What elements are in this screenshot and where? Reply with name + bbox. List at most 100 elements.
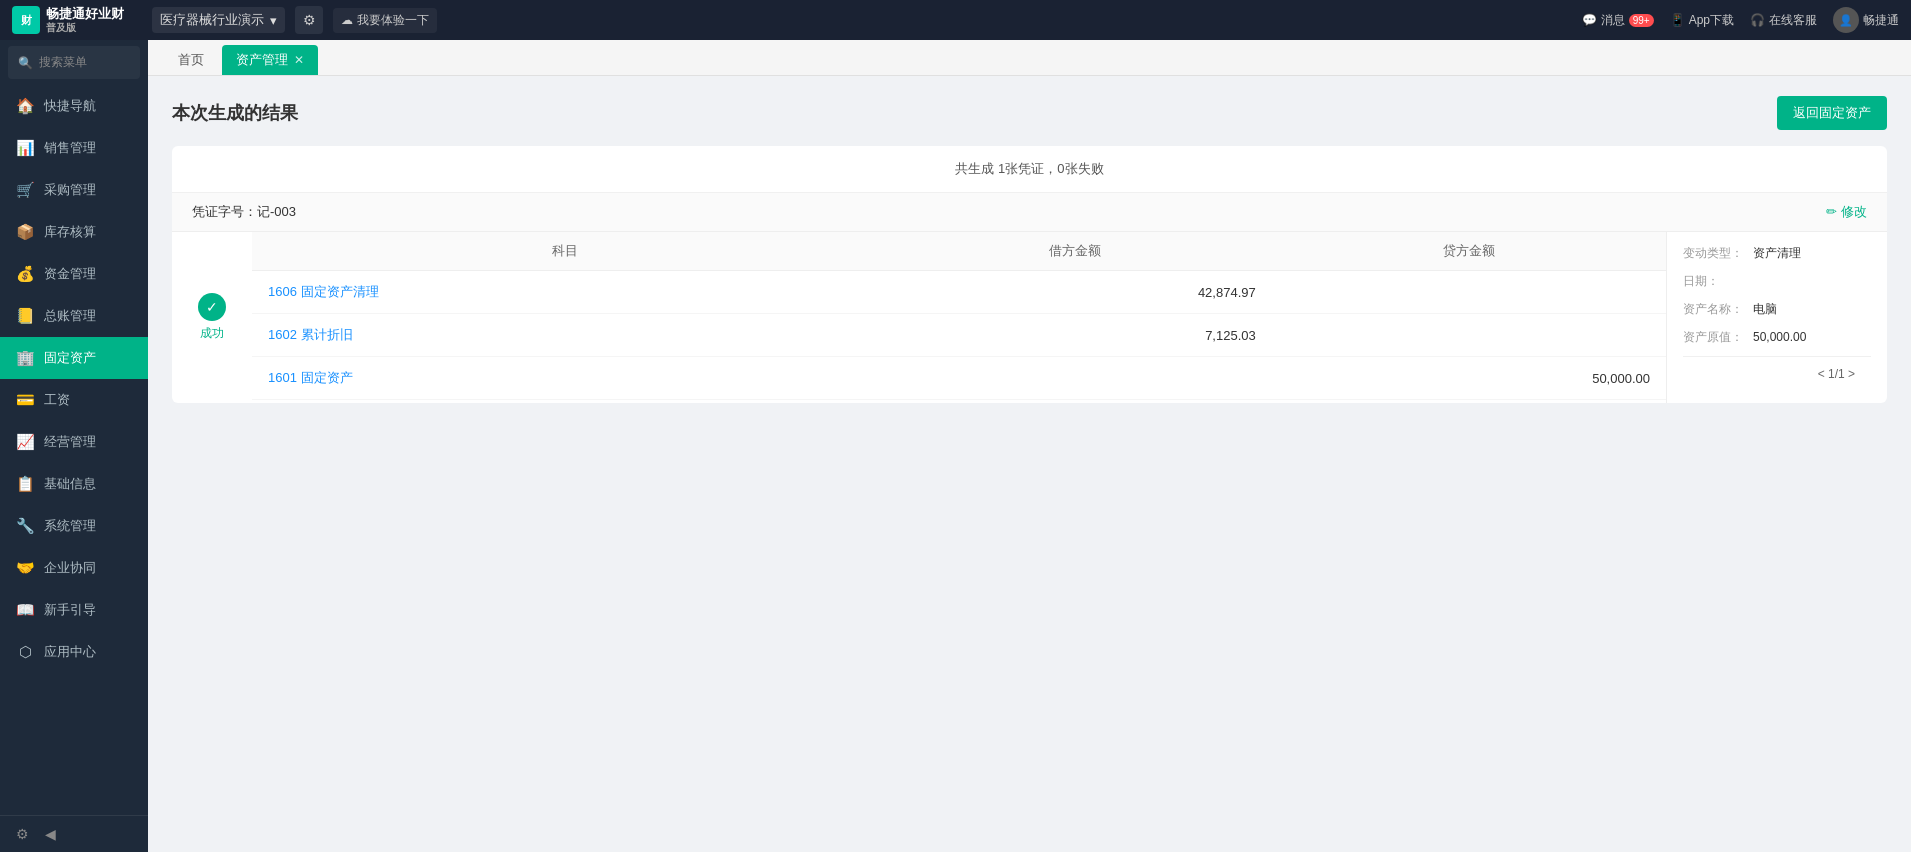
experience-label: 我要体验一下 (357, 12, 429, 29)
voucher-body: ✓ 成功 科目 借方金额 贷方金额 (172, 232, 1887, 403)
sidebar-label-fixed-assets: 固定资产 (44, 349, 96, 367)
asset-value-value: 50,000.00 (1753, 328, 1806, 346)
sidebar-item-quick-nav[interactable]: 🏠 快捷导航 (0, 85, 148, 127)
sidebar-label-salary: 工资 (44, 391, 70, 409)
summary-bar: 共生成 1张凭证，0张失败 (172, 146, 1887, 193)
summary-text: 共生成 1张凭证，0张失败 (955, 161, 1103, 176)
change-type-label: 变动类型： (1683, 244, 1753, 262)
voucher-no-value: 记-003 (257, 204, 296, 219)
voucher-table: 科目 借方金额 贷方金额 1606 固定资产清理 42,874.97 (252, 232, 1666, 400)
tab-home[interactable]: 首页 (164, 45, 218, 75)
status-cell: ✓ 成功 (172, 232, 252, 403)
app-name: 畅捷通好业财 (46, 6, 124, 22)
row1-credit (1272, 271, 1666, 314)
operations-icon: 📈 (16, 433, 34, 451)
user-name: 畅捷通 (1863, 12, 1899, 29)
sidebar-label-purchase: 采购管理 (44, 181, 96, 199)
system-icon: 🔧 (16, 517, 34, 535)
tab-home-label: 首页 (178, 51, 204, 69)
avatar: 👤 (1833, 7, 1859, 33)
info-row-date: 日期： (1683, 272, 1871, 290)
edit-button[interactable]: ✏ 修改 (1826, 203, 1867, 221)
row3-subject: 1601 固定资产 (252, 357, 878, 400)
voucher-section: 凭证字号：记-003 ✏ 修改 ✓ 成功 (172, 193, 1887, 403)
sidebar-settings-icon[interactable]: ⚙ (16, 826, 29, 842)
voucher-header: 凭证字号：记-003 ✏ 修改 (172, 193, 1887, 232)
page-content: 本次生成的结果 返回固定资产 共生成 1张凭证，0张失败 凭证字号：记-003 … (148, 76, 1911, 852)
row2-credit (1272, 314, 1666, 357)
messages-badge: 99+ (1629, 14, 1654, 27)
page-header: 本次生成的结果 返回固定资产 (172, 96, 1887, 130)
sidebar-item-basic-info[interactable]: 📋 基础信息 (0, 463, 148, 505)
online-service-button[interactable]: 🎧 在线客服 (1750, 12, 1817, 29)
info-panel: 变动类型： 资产清理 日期： 资产名称： 电脑 (1667, 232, 1887, 403)
search-menu[interactable]: 🔍 搜索菜单 (8, 46, 140, 79)
page-title: 本次生成的结果 (172, 101, 298, 125)
messages-button[interactable]: 💬 消息 99+ (1582, 12, 1654, 29)
sidebar-item-guide[interactable]: 📖 新手引导 (0, 589, 148, 631)
sidebar-label-inventory: 库存核算 (44, 223, 96, 241)
tab-asset-label: 资产管理 (236, 51, 288, 69)
sidebar-item-sales[interactable]: 📊 销售管理 (0, 127, 148, 169)
success-icon: ✓ (198, 293, 226, 321)
asset-value-label: 资产原值： (1683, 328, 1753, 346)
sidebar-label-sales: 销售管理 (44, 139, 96, 157)
ledger-icon: 📒 (16, 307, 34, 325)
asset-name-label: 资产名称： (1683, 300, 1753, 318)
app-download-label: App下载 (1689, 12, 1734, 29)
sidebar-collapse-icon[interactable]: ◀ (45, 826, 56, 842)
sidebar-item-operations[interactable]: 📈 经营管理 (0, 421, 148, 463)
sidebar-item-ledger[interactable]: 📒 总账管理 (0, 295, 148, 337)
sidebar-label-guide: 新手引导 (44, 601, 96, 619)
message-icon: 💬 (1582, 13, 1597, 27)
row1-subject: 1606 固定资产清理 (252, 271, 878, 314)
row3-debit (878, 357, 1272, 400)
app-download-button[interactable]: 📱 App下载 (1670, 12, 1734, 29)
sidebar-item-finance[interactable]: 💰 资金管理 (0, 253, 148, 295)
edition-label: 普及版 (46, 22, 124, 34)
table-section: 科目 借方金额 贷方金额 1606 固定资产清理 42,874.97 (252, 232, 1667, 403)
return-button[interactable]: 返回固定资产 (1777, 96, 1887, 130)
voucher-no: 凭证字号：记-003 (192, 203, 296, 221)
user-area[interactable]: 👤 畅捷通 (1833, 7, 1899, 33)
sidebar-label-operations: 经营管理 (44, 433, 96, 451)
sidebar: 🔍 搜索菜单 🏠 快捷导航 📊 销售管理 🛒 采购管理 📦 库存核算 💰 资金管… (0, 40, 148, 852)
sidebar-item-fixed-assets[interactable]: 🏢 固定资产 (0, 337, 148, 379)
tab-close-icon[interactable]: ✕ (294, 53, 304, 67)
sidebar-item-system[interactable]: 🔧 系统管理 (0, 505, 148, 547)
sidebar-item-app-center[interactable]: ⬡ 应用中心 (0, 631, 148, 673)
sidebar-item-salary[interactable]: 💳 工资 (0, 379, 148, 421)
company-name: 医疗器械行业演示 (160, 11, 264, 29)
home-icon: 🏠 (16, 97, 34, 115)
guide-icon: 📖 (16, 601, 34, 619)
search-label: 搜索菜单 (39, 54, 87, 71)
sidebar-item-purchase[interactable]: 🛒 采购管理 (0, 169, 148, 211)
col-debit: 借方金额 (878, 232, 1272, 271)
pagination[interactable]: < 1/1 > (1683, 356, 1871, 391)
experience-button[interactable]: ☁ 我要体验一下 (333, 8, 437, 33)
row3-credit: 50,000.00 (1272, 357, 1666, 400)
logo-area: 财 畅捷通好业财 普及版 (12, 6, 142, 34)
salary-icon: 💳 (16, 391, 34, 409)
inventory-icon: 📦 (16, 223, 34, 241)
voucher-no-label: 凭证字号： (192, 204, 257, 219)
table-row: 1606 固定资产清理 42,874.97 (252, 271, 1666, 314)
sidebar-label-cooperation: 企业协同 (44, 559, 96, 577)
cooperation-icon: 🤝 (16, 559, 34, 577)
content-area: 首页 资产管理 ✕ 本次生成的结果 返回固定资产 共生成 1张凭证，0张失败 (148, 40, 1911, 852)
sidebar-item-cooperation[interactable]: 🤝 企业协同 (0, 547, 148, 589)
sidebar-label-quick-nav: 快捷导航 (44, 97, 96, 115)
row2-subject: 1602 累计折旧 (252, 314, 878, 357)
headset-icon: 🎧 (1750, 13, 1765, 27)
tab-asset-manage[interactable]: 资产管理 ✕ (222, 45, 318, 75)
sidebar-item-inventory[interactable]: 📦 库存核算 (0, 211, 148, 253)
sidebar-label-ledger: 总账管理 (44, 307, 96, 325)
date-label: 日期： (1683, 272, 1753, 290)
logo-icon: 财 (12, 6, 40, 34)
app-center-icon: ⬡ (16, 643, 34, 661)
company-selector[interactable]: 医疗器械行业演示 ▾ (152, 7, 285, 33)
row1-debit: 42,874.97 (878, 271, 1272, 314)
dropdown-icon: ▾ (270, 13, 277, 28)
settings-button[interactable]: ⚙ (295, 6, 323, 34)
table-row: 1601 固定资产 50,000.00 (252, 357, 1666, 400)
